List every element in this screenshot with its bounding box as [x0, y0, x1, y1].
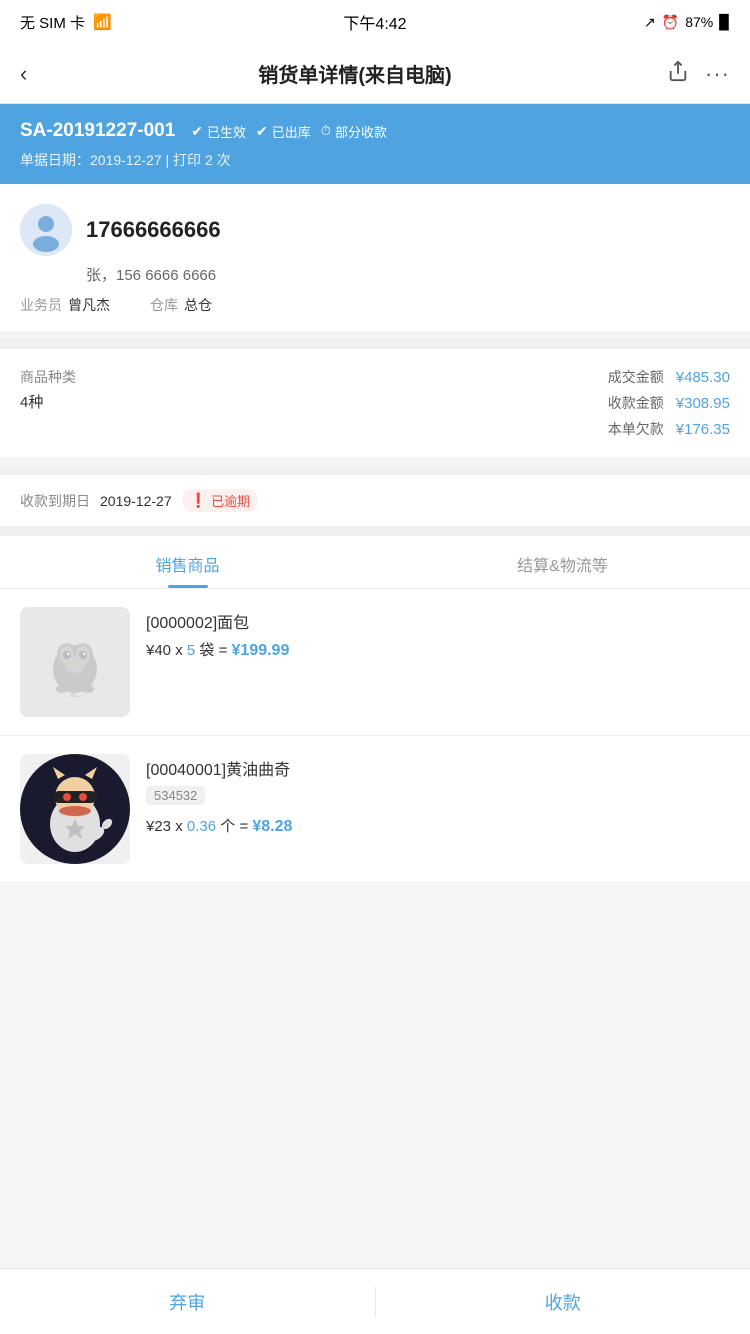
list-item: 量+ [0000002]面包 ¥40 x 5 袋 = ¥199.99 [0, 589, 750, 736]
status-time: 下午4:42 [343, 10, 406, 34]
product-image-circle-2 [20, 754, 130, 864]
stats-section: 商品种类 4种 成交金额 ¥485.30 收款金额 ¥308.95 本单欠款 ¥… [0, 349, 750, 457]
product-qty-2: 0.36 [187, 818, 216, 835]
reject-button[interactable]: 弃审 [0, 1269, 375, 1334]
customer-name: 张，156 6666 6666 [20, 264, 730, 285]
tabs-bar: 销售商品 结算&物流等 [0, 536, 750, 589]
stats-right: 成交金额 ¥485.30 收款金额 ¥308.95 本单欠款 ¥176.35 [608, 367, 730, 439]
received-amount-label: 收款金额 [608, 393, 664, 413]
product-list: 量+ [0000002]面包 ¥40 x 5 袋 = ¥199.99 [0, 589, 750, 883]
tab-sales-products[interactable]: 销售商品 [0, 536, 375, 588]
status-left: 无 SIM 卡 📶 [20, 12, 112, 33]
received-amount-value: ¥308.95 [676, 395, 730, 412]
salesperson-field: 业务员 曾凡杰 [20, 295, 110, 315]
bottom-spacer [0, 883, 750, 963]
page-title: 销货单详情(来自电脑) [60, 59, 650, 88]
owed-amount-value: ¥176.35 [676, 421, 730, 438]
product-image-1: 量+ [20, 607, 130, 717]
bottom-bar: 弃审 收款 [0, 1268, 750, 1334]
collect-button[interactable]: 收款 [376, 1269, 750, 1334]
tab-settlement[interactable]: 结算&物流等 [375, 536, 750, 588]
battery-text: 87% [685, 14, 713, 30]
overdue-icon: ❗ [190, 492, 207, 509]
product-type-count: 4种 [20, 391, 76, 412]
warehouse-label: 仓库 [150, 295, 178, 315]
product-info-2: [00040001]黄油曲奇 534532 ¥23 x 0.36 个 = ¥8.… [146, 754, 730, 836]
divider-3 [0, 526, 750, 536]
product-name-2: [00040001]黄油曲奇 [146, 756, 730, 780]
info-banner: SA-20191227-001 ✔ 已生效 ✔ 已出库 ⏱ 部分收款 单据日期：… [0, 104, 750, 184]
status-right: ↗ ⏰ 87% ▉ [644, 14, 730, 31]
product-info-1: [0000002]面包 ¥40 x 5 袋 = ¥199.99 [146, 607, 730, 660]
alarm-icon: ⏰ [662, 14, 679, 31]
check-icon-1: ✔ [191, 123, 203, 140]
product-sku-2: 534532 [146, 786, 205, 805]
customer-meta: 业务员 曾凡杰 仓库 总仓 [20, 295, 730, 315]
product-type-label: 商品种类 [20, 367, 76, 387]
due-date-label: 收款到期日 [20, 491, 90, 511]
deal-amount-row: 成交金额 ¥485.30 [608, 367, 730, 387]
stats-left: 商品种类 4种 [20, 367, 76, 412]
banner-row1: SA-20191227-001 ✔ 已生效 ✔ 已出库 ⏱ 部分收款 [20, 120, 730, 142]
back-button[interactable]: ‹ [20, 61, 60, 87]
product-image-2 [20, 754, 130, 864]
customer-row: 17666666666 [20, 204, 730, 256]
salesperson-label: 业务员 [20, 295, 62, 315]
received-amount-row: 收款金额 ¥308.95 [608, 393, 730, 413]
divider-1 [0, 339, 750, 349]
wifi-icon: 📶 [93, 13, 112, 31]
product-total-1: ¥199.99 [232, 642, 290, 659]
banner-date: 单据日期：2019-12-27 | 打印 2 次 [20, 150, 730, 170]
location-icon: ↗ [644, 14, 656, 31]
list-item: [00040001]黄油曲奇 534532 ¥23 x 0.36 个 = ¥8.… [0, 736, 750, 883]
clock-icon: ⏱ [321, 123, 331, 139]
owed-amount-label: 本单欠款 [608, 419, 664, 439]
product-total-2: ¥8.28 [252, 818, 292, 835]
deal-amount-value: ¥485.30 [676, 369, 730, 386]
overdue-text: 已逾期 [211, 491, 250, 510]
due-date-section: 收款到期日 2019-12-27 ❗ 已逾期 [0, 475, 750, 526]
overdue-badge: ❗ 已逾期 [182, 489, 258, 512]
product-price-row-2: ¥23 x 0.36 个 = ¥8.28 [146, 815, 730, 836]
svg-text:量+: 量+ [69, 693, 80, 697]
product-qty-1: 5 [187, 642, 195, 659]
salesperson-value: 曾凡杰 [68, 295, 110, 315]
warehouse-value: 总仓 [184, 295, 212, 315]
product-name-1: [0000002]面包 [146, 609, 730, 633]
nav-bar: ‹ 销货单详情(来自电脑) ··· [0, 44, 750, 104]
customer-section: 17666666666 张，156 6666 6666 业务员 曾凡杰 仓库 总… [0, 184, 750, 331]
banner-badges: ✔ 已生效 ✔ 已出库 ⏱ 部分收款 [191, 122, 387, 141]
more-button[interactable]: ··· [705, 61, 730, 87]
owed-amount-row: 本单欠款 ¥176.35 [608, 419, 730, 439]
share-button[interactable] [667, 60, 689, 87]
avatar [20, 204, 72, 256]
nav-actions: ··· [650, 60, 730, 87]
status-badge-1: ✔ 已生效 [191, 122, 246, 141]
order-id: SA-20191227-001 [20, 120, 175, 142]
status-badge-3: ⏱ 部分收款 [321, 122, 387, 141]
warehouse-field: 仓库 总仓 [150, 295, 212, 315]
due-date-value: 2019-12-27 [100, 493, 172, 509]
check-icon-2: ✔ [256, 123, 268, 140]
deal-amount-label: 成交金额 [608, 367, 664, 387]
product-price-row-1: ¥40 x 5 袋 = ¥199.99 [146, 639, 730, 660]
status-bar: 无 SIM 卡 📶 下午4:42 ↗ ⏰ 87% ▉ [0, 0, 750, 44]
battery-icon: ▉ [719, 14, 730, 31]
carrier-text: 无 SIM 卡 [20, 12, 85, 33]
customer-phone: 17666666666 [86, 217, 221, 243]
status-badge-2: ✔ 已出库 [256, 122, 311, 141]
divider-2 [0, 465, 750, 475]
